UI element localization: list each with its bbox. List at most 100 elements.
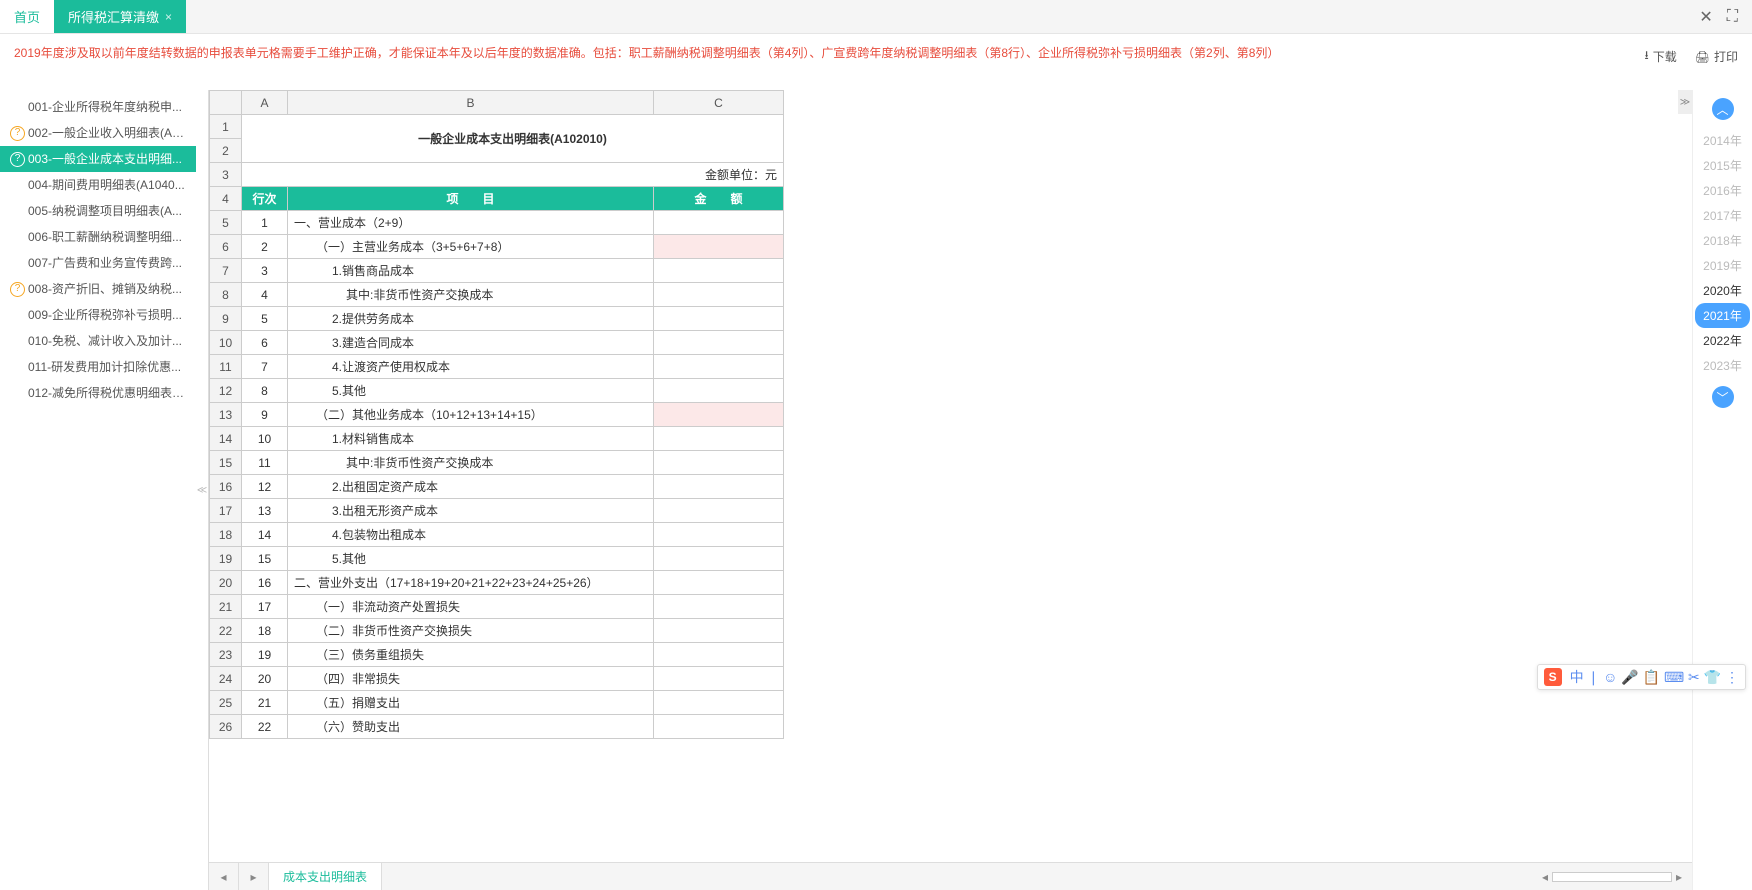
collapse-handle[interactable]: ≪ <box>196 90 208 890</box>
year-2022年[interactable]: 2022年 <box>1695 328 1750 353</box>
cell-A-11[interactable]: 7 <box>242 355 288 379</box>
year-2021年[interactable]: 2021年 <box>1695 303 1750 328</box>
cell-B-17[interactable]: 3.出租无形资产成本 <box>288 499 654 523</box>
nav-item-8[interactable]: 008-资产折旧、摊销及纳税... <box>0 276 196 302</box>
cell-C-21[interactable] <box>654 595 784 619</box>
close-tab-icon[interactable]: × <box>165 10 172 24</box>
year-2020年[interactable]: 2020年 <box>1695 278 1750 303</box>
cell-A-13[interactable]: 9 <box>242 403 288 427</box>
cell-C-23[interactable] <box>654 643 784 667</box>
cell-C-14[interactable] <box>654 427 784 451</box>
nav-item-3[interactable]: 003-一般企业成本支出明细... <box>0 146 196 172</box>
year-rail: ︿ 2014年2015年2016年2017年2018年2019年2020年202… <box>1692 90 1752 890</box>
cell-B-18[interactable]: 4.包装物出租成本 <box>288 523 654 547</box>
cell-C-19[interactable] <box>654 547 784 571</box>
sheet-next-icon[interactable]: ▸ <box>239 863 269 890</box>
cell-A-9[interactable]: 5 <box>242 307 288 331</box>
cell-A-18[interactable]: 14 <box>242 523 288 547</box>
cell-C-9[interactable] <box>654 307 784 331</box>
cell-A-22[interactable]: 18 <box>242 619 288 643</box>
nav-item-2[interactable]: 002-一般企业收入明细表(A10... <box>0 120 196 146</box>
cell-B-8[interactable]: 其中:非货币性资产交换成本 <box>288 283 654 307</box>
cell-C-8[interactable] <box>654 283 784 307</box>
tab-home[interactable]: 首页 <box>0 0 54 33</box>
cell-B-21[interactable]: （一）非流动资产处置损失 <box>288 595 654 619</box>
cell-A-14[interactable]: 10 <box>242 427 288 451</box>
print-button[interactable]: 🖨 打印 <box>1695 46 1738 67</box>
cell-B-24[interactable]: （四）非常损失 <box>288 667 654 691</box>
cell-A-6[interactable]: 2 <box>242 235 288 259</box>
cell-B-12[interactable]: 5.其他 <box>288 379 654 403</box>
cell-B-15[interactable]: 其中:非货币性资产交换成本 <box>288 451 654 475</box>
cell-B-14[interactable]: 1.材料销售成本 <box>288 427 654 451</box>
scroll-up-icon[interactable]: ︿ <box>1712 98 1734 120</box>
cell-A-15[interactable]: 11 <box>242 451 288 475</box>
cell-B-19[interactable]: 5.其他 <box>288 547 654 571</box>
nav-item-11[interactable]: 011-研发费用加计扣除优惠... <box>0 354 196 380</box>
cell-A-24[interactable]: 20 <box>242 667 288 691</box>
cell-A-16[interactable]: 12 <box>242 475 288 499</box>
cell-A-5[interactable]: 1 <box>242 211 288 235</box>
nav-item-6[interactable]: 006-职工薪酬纳税调整明细... <box>0 224 196 250</box>
cell-B-25[interactable]: （五）捐赠支出 <box>288 691 654 715</box>
hscroll-track[interactable] <box>1552 872 1672 882</box>
cell-A-25[interactable]: 21 <box>242 691 288 715</box>
cell-C-12[interactable] <box>654 379 784 403</box>
cell-C-20[interactable] <box>654 571 784 595</box>
hscroll-left-icon[interactable]: ◂ <box>1542 870 1548 884</box>
cell-C-6[interactable] <box>654 235 784 259</box>
download-button[interactable]: ⭳ 下载 <box>1645 46 1677 67</box>
tab-active[interactable]: 所得税汇算清缴 × <box>54 0 186 33</box>
cell-C-18[interactable] <box>654 523 784 547</box>
grid-scroll[interactable]: ABC1一般企业成本支出明细表(A102010)23金额单位：元4行次项 目金 … <box>209 90 1692 862</box>
scroll-down-icon[interactable]: ﹀ <box>1712 386 1734 408</box>
cell-A-21[interactable]: 17 <box>242 595 288 619</box>
cell-C-10[interactable] <box>654 331 784 355</box>
cell-B-20[interactable]: 二、营业外支出（17+18+19+20+21+22+23+24+25+26） <box>288 571 654 595</box>
cell-B-6[interactable]: （一）主营业务成本（3+5+6+7+8） <box>288 235 654 259</box>
cell-C-16[interactable] <box>654 475 784 499</box>
nav-item-5[interactable]: 005-纳税调整项目明细表(A... <box>0 198 196 224</box>
cell-B-7[interactable]: 1.销售商品成本 <box>288 259 654 283</box>
cell-C-26[interactable] <box>654 715 784 739</box>
sheet-prev-icon[interactable]: ◂ <box>209 863 239 890</box>
hscroll-right-icon[interactable]: ▸ <box>1676 870 1682 884</box>
cell-C-7[interactable] <box>654 259 784 283</box>
cell-C-25[interactable] <box>654 691 784 715</box>
cell-B-5[interactable]: 一、营业成本（2+9） <box>288 211 654 235</box>
cell-B-13[interactable]: （二）其他业务成本（10+12+13+14+15） <box>288 403 654 427</box>
cell-A-20[interactable]: 16 <box>242 571 288 595</box>
cell-B-9[interactable]: 2.提供劳务成本 <box>288 307 654 331</box>
cell-C-5[interactable] <box>654 211 784 235</box>
nav-item-7[interactable]: 007-广告费和业务宣传费跨... <box>0 250 196 276</box>
cell-B-11[interactable]: 4.让渡资产使用权成本 <box>288 355 654 379</box>
cell-C-15[interactable] <box>654 451 784 475</box>
nav-item-12[interactable]: 012-减免所得税优惠明细表(... <box>0 380 196 406</box>
fullscreen-icon[interactable]: ⛶ <box>1727 8 1738 26</box>
cell-A-19[interactable]: 15 <box>242 547 288 571</box>
cell-C-24[interactable] <box>654 667 784 691</box>
cell-A-23[interactable]: 19 <box>242 643 288 667</box>
cell-A-26[interactable]: 22 <box>242 715 288 739</box>
ime-toolbar[interactable]: S 中 ❘ ☺ 🎤 📋 ⌨ ✂ 👕 ⋮ <box>1537 664 1746 690</box>
cell-A-12[interactable]: 8 <box>242 379 288 403</box>
nav-item-9[interactable]: 009-企业所得税弥补亏损明... <box>0 302 196 328</box>
cell-C-11[interactable] <box>654 355 784 379</box>
cell-A-10[interactable]: 6 <box>242 331 288 355</box>
cell-B-16[interactable]: 2.出租固定资产成本 <box>288 475 654 499</box>
cell-B-22[interactable]: （二）非货币性资产交换损失 <box>288 619 654 643</box>
cell-A-17[interactable]: 13 <box>242 499 288 523</box>
window-close-icon[interactable]: ✕ <box>1699 7 1712 27</box>
sheet-tab[interactable]: 成本支出明细表 <box>269 863 382 890</box>
cell-B-23[interactable]: （三）债务重组损失 <box>288 643 654 667</box>
cell-C-17[interactable] <box>654 499 784 523</box>
cell-C-22[interactable] <box>654 619 784 643</box>
nav-item-1[interactable]: 001-企业所得税年度纳税申... <box>0 94 196 120</box>
cell-B-26[interactable]: （六）赞助支出 <box>288 715 654 739</box>
cell-C-13[interactable] <box>654 403 784 427</box>
nav-item-4[interactable]: 004-期间费用明细表(A1040... <box>0 172 196 198</box>
cell-B-10[interactable]: 3.建造合同成本 <box>288 331 654 355</box>
nav-item-10[interactable]: 010-免税、减计收入及加计... <box>0 328 196 354</box>
cell-A-8[interactable]: 4 <box>242 283 288 307</box>
cell-A-7[interactable]: 3 <box>242 259 288 283</box>
